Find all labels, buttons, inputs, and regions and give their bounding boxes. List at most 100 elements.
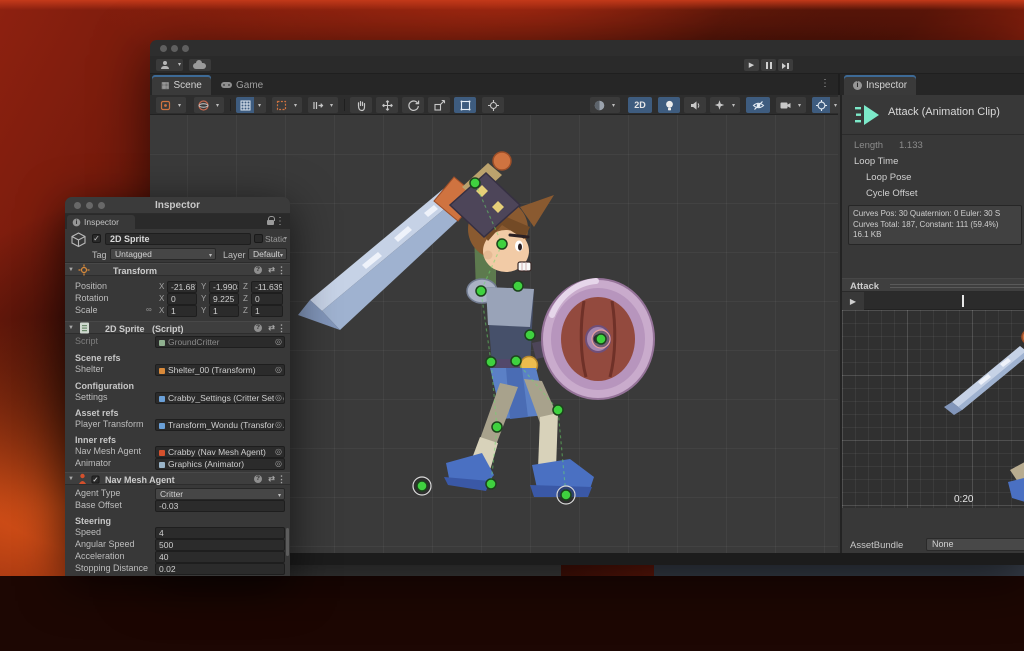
scale-z-field[interactable]: 1 xyxy=(251,305,283,317)
scale-tool-button[interactable] xyxy=(428,97,450,113)
assetbundle-row: AssetBundle None xyxy=(842,538,1024,552)
window-close-button[interactable] xyxy=(160,45,167,52)
tab-inspector[interactable]: Inspector xyxy=(844,75,916,95)
tag-label: Tag xyxy=(92,250,107,260)
stopping-distance-field[interactable]: 0.02 xyxy=(155,563,285,575)
increment-snap-button[interactable]: ▾ xyxy=(272,97,302,113)
window-zoom-button[interactable] xyxy=(182,45,189,52)
preview-header[interactable]: Attack xyxy=(842,278,1024,292)
lighting-toggle[interactable] xyxy=(658,97,680,113)
camera-preview-button[interactable]: ▾ xyxy=(776,97,806,113)
component-menu-button[interactable]: ⋮ xyxy=(277,474,286,485)
component-menu-button[interactable]: ⋮ xyxy=(277,323,286,334)
gizmo-pivot-button[interactable]: ▾ xyxy=(194,97,224,113)
preview-play-button[interactable]: ▶ xyxy=(842,292,864,310)
script-component-header[interactable]: ▼ 2D Sprite (Script) ⇄ ⋮ xyxy=(65,321,290,334)
floating-window-titlebar[interactable]: Inspector xyxy=(65,197,290,214)
transform-tool-button[interactable] xyxy=(482,97,504,113)
agent-type-dropdown[interactable]: Critter▾ xyxy=(155,488,285,500)
position-z-field[interactable]: -11.6397 xyxy=(251,281,283,293)
tag-dropdown[interactable]: Untagged▾ xyxy=(110,248,216,260)
grid-snap-button[interactable]: ▾ xyxy=(236,97,266,113)
shelter-field[interactable]: Shelter_00 (Transform)◎ xyxy=(155,364,285,376)
scene-view-menu-button[interactable]: ⋮ xyxy=(820,78,830,89)
audio-toggle[interactable] xyxy=(684,97,706,113)
object-picker-icon[interactable]: ◎ xyxy=(274,447,283,457)
speed-field[interactable]: 4 xyxy=(155,527,285,539)
pause-button[interactable] xyxy=(761,59,776,71)
preset-icon[interactable]: ⇄ xyxy=(268,265,275,274)
tab-scene[interactable]: ▦ Scene xyxy=(152,75,211,95)
link-scale-icon[interactable]: ∞ xyxy=(146,305,152,314)
nav-mesh-agent-field[interactable]: Crabby (Nav Mesh Agent)◎ xyxy=(155,446,285,458)
preview-timeline[interactable]: ▶ xyxy=(842,292,1024,310)
scene-visibility-toggle[interactable] xyxy=(746,97,770,113)
transform-component-header[interactable]: ▼ Transform ⇄ ⋮ xyxy=(65,263,290,276)
static-flags-caret[interactable]: ▾ xyxy=(284,235,287,242)
inspector-menu-button[interactable]: ⋮ xyxy=(275,216,285,227)
rect-tool-button[interactable] xyxy=(454,97,476,113)
help-icon[interactable] xyxy=(254,266,262,274)
rotate-tool-button[interactable] xyxy=(402,97,424,113)
gameobject-name-field[interactable]: 2D Sprite xyxy=(105,233,251,245)
scale-y-field[interactable]: 1 xyxy=(209,305,239,317)
settings-field[interactable]: Crabby_Settings (Critter Settings◎ xyxy=(155,392,285,404)
object-picker-icon[interactable]: ◎ xyxy=(274,459,283,469)
static-checkbox[interactable] xyxy=(254,234,263,243)
rotation-x-field[interactable]: 0 xyxy=(167,293,197,305)
section-label: Scene refs xyxy=(75,353,121,363)
base-offset-field[interactable]: -0.03 xyxy=(155,500,285,512)
move-tool-button[interactable] xyxy=(376,97,398,113)
script-field[interactable]: GroundCritter◎ xyxy=(155,336,285,348)
step-button[interactable] xyxy=(778,59,793,71)
gizmos-toggle[interactable]: ▾ xyxy=(812,97,842,113)
preview-drag-handle[interactable] xyxy=(890,284,1024,288)
shading-mode-button[interactable]: ▾ xyxy=(590,97,620,113)
foldout-arrow[interactable]: ▼ xyxy=(68,325,74,331)
tool-settings-button[interactable]: ▾ xyxy=(156,97,186,113)
loop-pose-row[interactable]: Loop Pose xyxy=(842,172,1024,184)
object-picker-icon[interactable]: ◎ xyxy=(274,420,283,430)
foldout-arrow[interactable]: ▼ xyxy=(68,476,74,482)
layer-dropdown[interactable]: Default▾ xyxy=(248,248,287,260)
assetbundle-dropdown[interactable]: None xyxy=(926,538,1024,551)
component-menu-button[interactable]: ⋮ xyxy=(277,265,286,276)
enabled-checkbox[interactable]: ✓ xyxy=(91,475,99,483)
lock-icon[interactable] xyxy=(267,220,274,225)
cycle-offset-row[interactable]: Cycle Offset xyxy=(842,188,1024,200)
angular-speed-field[interactable]: 500 xyxy=(155,539,285,551)
object-picker-icon[interactable]: ◎ xyxy=(274,393,283,403)
account-button[interactable]: ▾ xyxy=(156,59,183,71)
position-y-field[interactable]: -1.99035 xyxy=(209,281,239,293)
help-icon[interactable] xyxy=(254,475,262,483)
rotation-z-field[interactable]: 0 xyxy=(251,293,283,305)
move-snap-button[interactable]: ▾ xyxy=(308,97,338,113)
loop-time-row[interactable]: Loop Time xyxy=(842,156,1024,168)
tab-inspector[interactable]: Inspector xyxy=(67,215,135,229)
preset-icon[interactable]: ⇄ xyxy=(268,474,275,483)
window-minimize-button[interactable] xyxy=(171,45,178,52)
tab-game[interactable]: Game xyxy=(212,75,272,95)
navmesh-component-header[interactable]: ▼ ✓ Nav Mesh Agent ⇄ ⋮ xyxy=(65,472,290,485)
2d-mode-toggle[interactable]: 2D xyxy=(628,97,652,113)
object-picker-icon[interactable]: ◎ xyxy=(274,365,283,375)
preview-playhead[interactable] xyxy=(962,295,964,307)
unity-titlebar[interactable] xyxy=(150,40,1024,56)
rotation-y-field[interactable]: 9.225 xyxy=(209,293,239,305)
hand-tool-button[interactable] xyxy=(350,97,372,113)
foldout-arrow[interactable]: ▼ xyxy=(68,267,74,273)
animation-preview-viewport[interactable] xyxy=(842,310,1024,508)
active-checkbox[interactable]: ✓ xyxy=(92,234,101,243)
preset-icon[interactable]: ⇄ xyxy=(268,323,275,332)
animator-field[interactable]: Graphics (Animator)◎ xyxy=(155,458,285,470)
help-icon[interactable] xyxy=(254,324,262,332)
acceleration-field[interactable]: 40 xyxy=(155,551,285,563)
play-button[interactable]: ▶ xyxy=(744,59,759,71)
inspector-scrollbar[interactable] xyxy=(286,528,289,556)
effects-toggle[interactable]: ▾ xyxy=(710,97,740,113)
player-transform-field[interactable]: Transform_Wondu (Transform Ar◎ xyxy=(155,419,285,431)
scale-x-field[interactable]: 1 xyxy=(167,305,197,317)
object-picker-icon[interactable]: ◎ xyxy=(274,337,283,347)
cloud-services-button[interactable] xyxy=(189,59,211,71)
position-x-field[interactable]: -21.6876 xyxy=(167,281,197,293)
